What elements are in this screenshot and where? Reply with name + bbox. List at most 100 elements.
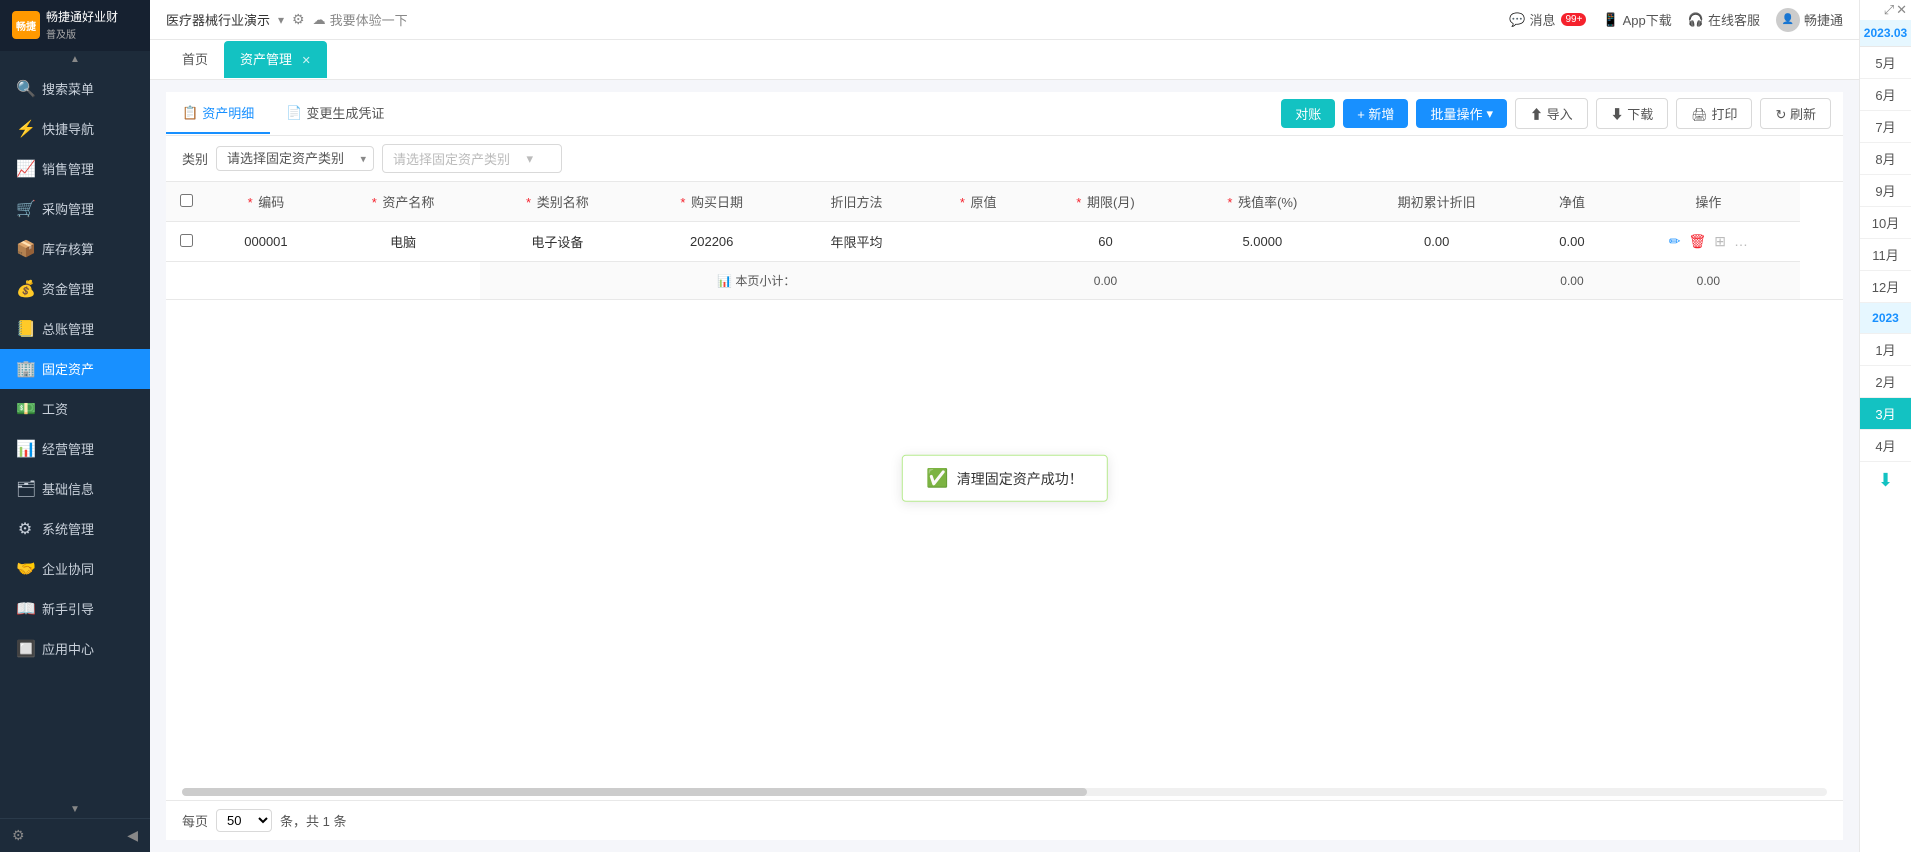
- sidebar-item-operations[interactable]: 📊 经营管理: [0, 429, 150, 469]
- table-wrap: * 编码 * 资产名称 * 类别名称: [166, 182, 1843, 784]
- td-original-value: [924, 222, 1032, 262]
- scrollbar-thumb[interactable]: [182, 788, 1087, 796]
- settings-gear-icon[interactable]: ⚙: [292, 11, 305, 28]
- horizontal-scrollbar[interactable]: [182, 788, 1827, 796]
- more-icon[interactable]: …: [1734, 233, 1748, 250]
- td-subtotal-net: 0.00: [1616, 262, 1800, 300]
- edit-icon[interactable]: ✏: [1669, 233, 1681, 250]
- year-label-2023[interactable]: 2023: [1860, 303, 1911, 334]
- sub-tabs: 📋 资产明细 📄 变更生成凭证 对账 + 新增 批量操作 ▾: [166, 92, 1843, 136]
- notifications-badge: 99+: [1561, 13, 1586, 26]
- new-button[interactable]: + 新增: [1343, 99, 1408, 128]
- sidebar-item-payroll[interactable]: 💵 工资: [0, 389, 150, 429]
- right-panel-close-icon[interactable]: ✕: [1896, 2, 1907, 18]
- select-all-checkbox[interactable]: [180, 194, 193, 207]
- sidebar-item-search[interactable]: 🔍 搜索菜单: [0, 69, 150, 109]
- customer-service-button[interactable]: 🎧 在线客服: [1688, 10, 1760, 29]
- print-icon: 🖨: [1691, 107, 1708, 122]
- collapse-icon[interactable]: ◀: [127, 827, 138, 844]
- th-name: * 资产名称: [326, 182, 480, 222]
- app-download-label: App下载: [1623, 10, 1672, 29]
- sidebar-item-purchase[interactable]: 🛒 采购管理: [0, 189, 150, 229]
- company-dropdown-icon[interactable]: ▾: [278, 13, 284, 27]
- user-label: 畅捷通: [1804, 10, 1843, 29]
- user-menu[interactable]: 👤 畅捷通: [1776, 8, 1843, 32]
- month-item-2[interactable]: 2月: [1860, 366, 1911, 398]
- month-item-11[interactable]: 11月: [1860, 239, 1911, 271]
- month-item-7[interactable]: 7月: [1860, 111, 1911, 143]
- sidebar-scroll-up[interactable]: ▲: [0, 51, 150, 69]
- logo-icon: 畅捷: [12, 11, 40, 39]
- filter-dropdown-icon: ▾: [526, 151, 533, 167]
- month-item-6[interactable]: 6月: [1860, 79, 1911, 111]
- down-indicator[interactable]: ⬇: [1878, 462, 1893, 499]
- operations-icon: 📊: [16, 439, 34, 459]
- notifications-button[interactable]: 💬 消息 99+: [1509, 10, 1586, 29]
- sidebar-item-apps[interactable]: 🔲 应用中心: [0, 629, 150, 669]
- month-item-1[interactable]: 1月: [1860, 334, 1911, 366]
- copy-icon[interactable]: ⊞: [1714, 233, 1726, 250]
- download-icon: ⬇: [1611, 107, 1624, 122]
- tab-home[interactable]: 首页: [166, 41, 224, 78]
- total-label: 条，共 1 条: [280, 811, 346, 830]
- td-residual-rate: 5.0000: [1179, 222, 1346, 262]
- reconcile-button[interactable]: 对账: [1281, 99, 1335, 128]
- tab-asset-mgmt[interactable]: 资产管理 ✕: [224, 41, 327, 78]
- batch-operations-button[interactable]: 批量操作 ▾: [1416, 99, 1507, 128]
- th-actions: 操作: [1616, 182, 1800, 222]
- sidebar-item-sales[interactable]: 📈 销售管理: [0, 149, 150, 189]
- refresh-button[interactable]: ↻ 刷新: [1760, 98, 1831, 129]
- month-item-3-active[interactable]: 3月: [1860, 398, 1911, 430]
- delete-icon[interactable]: 🗑: [1688, 233, 1706, 250]
- app-download-button[interactable]: 📱 App下载: [1602, 10, 1671, 29]
- category-filter-select[interactable]: 请选择固定资产类别: [216, 146, 374, 171]
- sub-tab-change-voucher[interactable]: 📄 变更生成凭证: [270, 93, 400, 134]
- guide-icon: 📖: [16, 599, 34, 619]
- sidebar-item-quicknav[interactable]: ⚡ 快捷导航: [0, 109, 150, 149]
- settings-icon[interactable]: ⚙: [12, 827, 25, 844]
- print-button[interactable]: 🖨 打印: [1676, 98, 1752, 129]
- right-panel-expand-icon[interactable]: ⤢: [1884, 2, 1894, 18]
- tab-close-icon[interactable]: ✕: [302, 55, 311, 67]
- sidebar-item-inventory[interactable]: 📦 库存核算: [0, 229, 150, 269]
- sidebar-scroll-down[interactable]: ▼: [0, 800, 150, 818]
- assets-table: * 编码 * 资产名称 * 类别名称: [166, 182, 1843, 300]
- asset-detail-icon: 📋: [182, 105, 198, 121]
- sidebar-item-label: 企业协同: [42, 559, 94, 578]
- sidebar-item-capital[interactable]: 💰 资金管理: [0, 269, 150, 309]
- success-toast: ✅ 清理固定资产成功！: [901, 455, 1107, 502]
- sidebar-item-basic-info[interactable]: 🗂 基础信息: [0, 469, 150, 509]
- category-filter-label: 类别: [182, 149, 208, 168]
- sub-tab-asset-detail[interactable]: 📋 资产明细: [166, 93, 270, 134]
- sub-tab-asset-detail-label: 资产明细: [202, 103, 254, 122]
- category-placeholder[interactable]: 请选择固定资产类别 ▾: [382, 144, 562, 173]
- search-icon: 🔍: [16, 79, 34, 99]
- per-page-select[interactable]: 10 20 50 100: [216, 809, 272, 832]
- download-button[interactable]: ⬇ 下载: [1596, 98, 1669, 129]
- month-item-10[interactable]: 10月: [1860, 207, 1911, 239]
- action-icons: ✏ 🗑 ⊞ …: [1628, 233, 1788, 250]
- td-subtotal-empty5: [1346, 262, 1528, 300]
- experience-button[interactable]: ☁ 我要体验一下: [313, 10, 408, 29]
- app-download-icon: 📱: [1602, 12, 1618, 28]
- row-checkbox[interactable]: [180, 234, 193, 247]
- right-panel-year-header[interactable]: 2023.03: [1860, 20, 1911, 47]
- sidebar-item-system[interactable]: ⚙ 系统管理: [0, 509, 150, 549]
- month-item-4[interactable]: 4月: [1860, 430, 1911, 462]
- sidebar-item-label: 销售管理: [42, 159, 94, 178]
- sidebar-item-fixed-assets[interactable]: 🏢 固定资产: [0, 349, 150, 389]
- month-item-5[interactable]: 5月: [1860, 47, 1911, 79]
- sidebar-item-label: 库存核算: [42, 239, 94, 258]
- sidebar-item-ledger[interactable]: 📒 总账管理: [0, 309, 150, 349]
- quicknav-icon: ⚡: [16, 119, 34, 139]
- sidebar-item-label: 固定资产: [42, 359, 94, 378]
- sidebar-item-guide[interactable]: 📖 新手引导: [0, 589, 150, 629]
- th-net-value: 净值: [1527, 182, 1616, 222]
- th-residual-rate: * 残值率(%): [1179, 182, 1346, 222]
- month-item-8[interactable]: 8月: [1860, 143, 1911, 175]
- month-item-12[interactable]: 12月: [1860, 271, 1911, 303]
- sidebar-item-enterprise[interactable]: 🤝 企业协同: [0, 549, 150, 589]
- month-item-9[interactable]: 9月: [1860, 175, 1911, 207]
- sidebar-bottom: ⚙ ◀: [0, 818, 150, 852]
- import-button[interactable]: ⬆ 导入: [1515, 98, 1588, 129]
